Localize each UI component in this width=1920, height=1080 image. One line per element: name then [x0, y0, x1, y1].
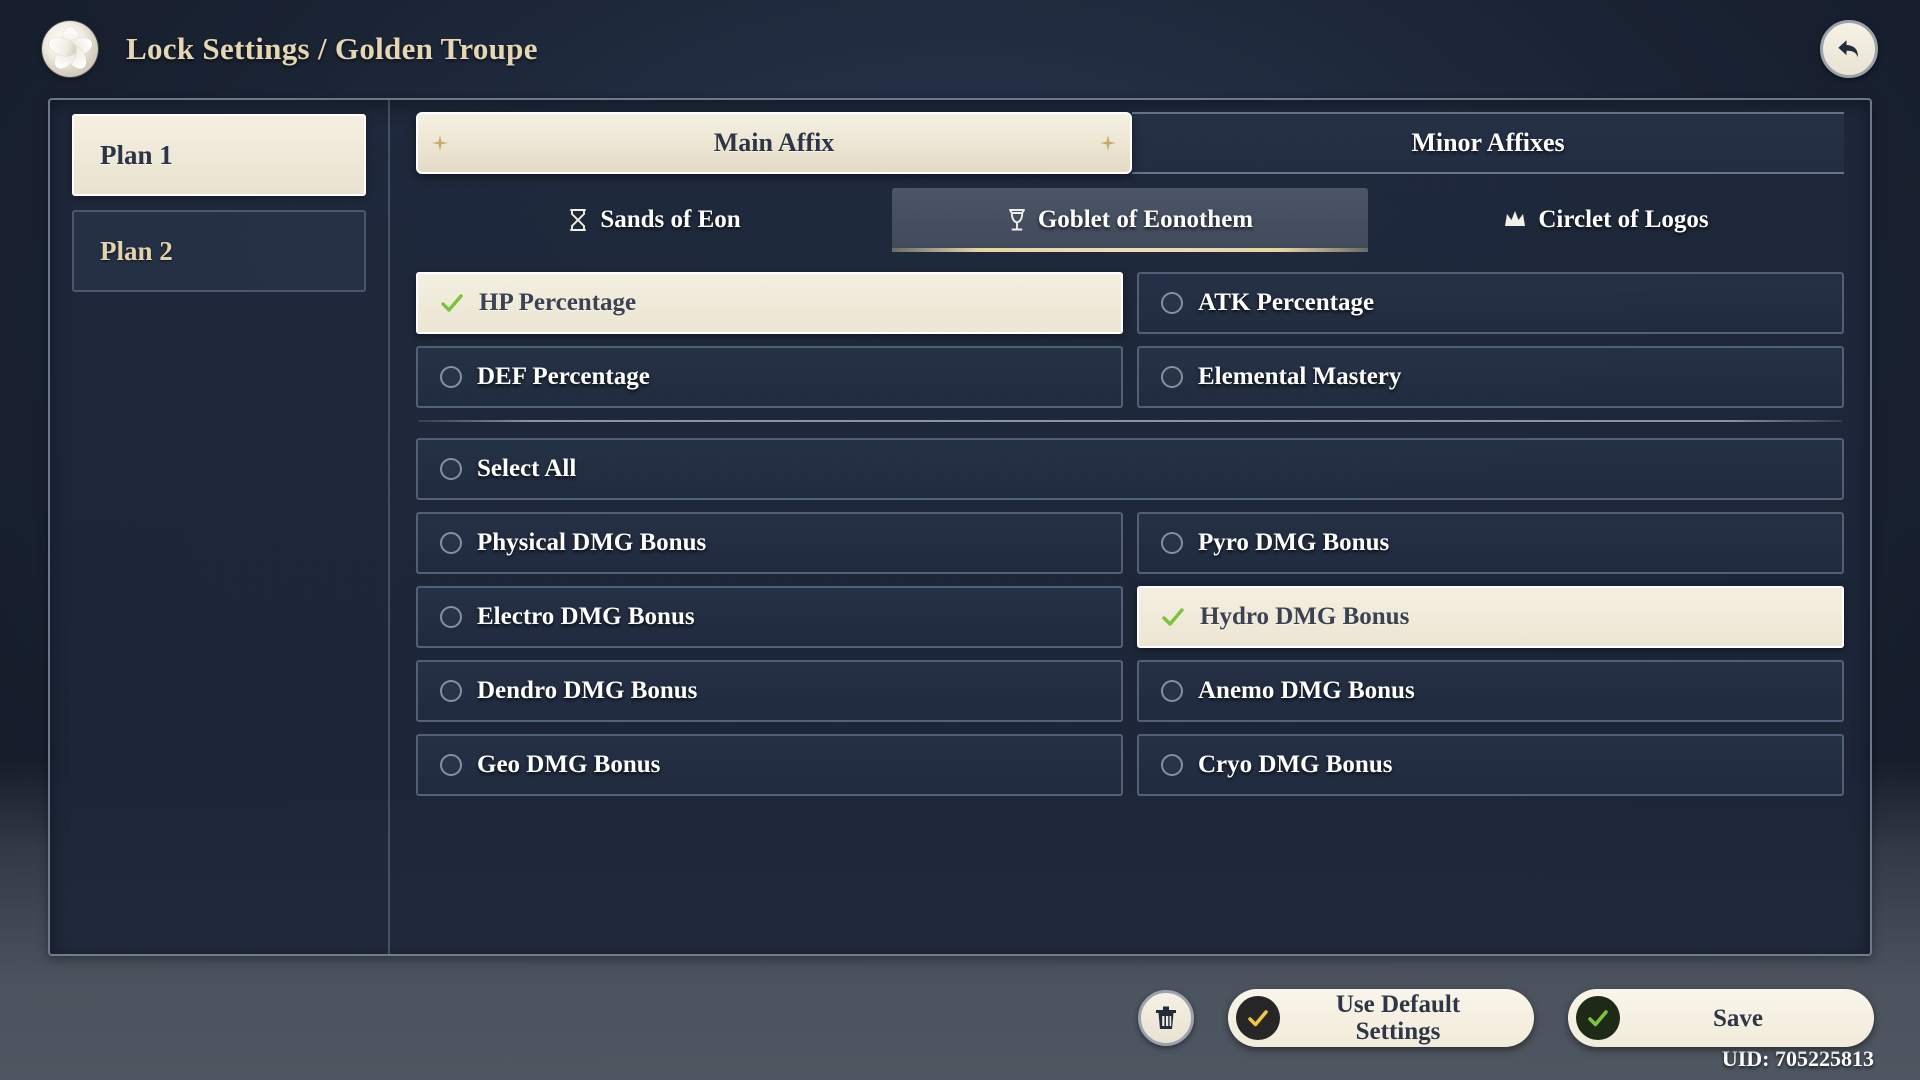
radio-icon	[1161, 366, 1183, 388]
option-row: Dendro DMG Bonus Anemo DMG Bonus	[416, 660, 1844, 722]
radio-icon	[1161, 754, 1183, 776]
option-row: HP Percentage ATK Percentage	[416, 272, 1844, 334]
option-label: DEF Percentage	[477, 363, 650, 390]
check-icon	[441, 294, 463, 312]
option-electro-dmg-bonus[interactable]: Electro DMG Bonus	[416, 586, 1123, 648]
option-geo-dmg-bonus[interactable]: Geo DMG Bonus	[416, 734, 1123, 796]
check-badge-yellow	[1236, 996, 1280, 1040]
use-default-settings-button[interactable]: Use Default Settings	[1228, 989, 1534, 1047]
header-bar: Lock Settings / Golden Troupe	[0, 0, 1920, 98]
option-row: Physical DMG Bonus Pyro DMG Bonus	[416, 512, 1844, 574]
sidebar-item-plan-1[interactable]: Plan 1	[72, 114, 366, 196]
option-hp-percentage[interactable]: HP Percentage	[416, 272, 1123, 334]
content-area: Main Affix Minor Affixes Sands of Eon Go…	[390, 100, 1870, 954]
piece-tab-bar: Sands of Eon Goblet of Eonothem Circlet …	[416, 188, 1844, 252]
tab-minor-affixes-label: Minor Affixes	[1411, 128, 1565, 157]
option-label: HP Percentage	[479, 289, 637, 316]
tab-goblet-of-eonothem[interactable]: Goblet of Eonothem	[892, 188, 1368, 252]
radio-icon	[440, 458, 462, 480]
sidebar-item-plan-2[interactable]: Plan 2	[72, 210, 366, 292]
group-divider	[418, 420, 1842, 422]
option-label: Geo DMG Bonus	[477, 751, 661, 778]
option-label: Hydro DMG Bonus	[1200, 603, 1410, 630]
option-row: Geo DMG Bonus Cryo DMG Bonus	[416, 734, 1844, 796]
page-title: Lock Settings / Golden Troupe	[126, 31, 538, 66]
radio-icon	[440, 680, 462, 702]
footer-bar: Use Default Settings Save	[0, 956, 1920, 1080]
radio-icon	[440, 366, 462, 388]
radio-icon	[1161, 680, 1183, 702]
option-physical-dmg-bonus[interactable]: Physical DMG Bonus	[416, 512, 1123, 574]
option-label: Select All	[477, 455, 577, 482]
tab-minor-affixes[interactable]: Minor Affixes	[1132, 112, 1844, 174]
radio-icon	[440, 532, 462, 554]
option-label: Cryo DMG Bonus	[1198, 751, 1393, 778]
option-cryo-dmg-bonus[interactable]: Cryo DMG Bonus	[1137, 734, 1844, 796]
goblet-icon	[1008, 209, 1025, 231]
option-label: Dendro DMG Bonus	[477, 677, 698, 704]
option-row: Select All	[416, 438, 1844, 500]
option-label: Electro DMG Bonus	[477, 603, 695, 630]
option-def-percentage[interactable]: DEF Percentage	[416, 346, 1123, 408]
flower-crest-icon	[42, 21, 98, 77]
option-anemo-dmg-bonus[interactable]: Anemo DMG Bonus	[1137, 660, 1844, 722]
plan-1-label: Plan 1	[100, 139, 173, 170]
option-row: DEF Percentage Elemental Mastery	[416, 346, 1844, 408]
radio-icon	[440, 606, 462, 628]
tab-sands-label: Sands of Eon	[600, 206, 741, 233]
option-label: Anemo DMG Bonus	[1198, 677, 1415, 704]
default-label-line1: Use Default	[1335, 991, 1461, 1018]
radio-icon	[1161, 532, 1183, 554]
save-label: Save	[1713, 1004, 1763, 1032]
check-icon	[1248, 1010, 1268, 1027]
sparkle-icon-right	[1100, 135, 1116, 151]
affix-option-list: HP Percentage ATK Percentage DEF Percent…	[416, 272, 1844, 808]
option-row: Electro DMG Bonus Hydro DMG Bonus	[416, 586, 1844, 648]
radio-icon	[1161, 292, 1183, 314]
use-default-settings-label: Use Default Settings	[1288, 991, 1508, 1045]
settings-panel: Plan 1 Plan 2 Main Affix Minor Affixes S…	[48, 98, 1872, 956]
option-atk-percentage[interactable]: ATK Percentage	[1137, 272, 1844, 334]
check-badge-green	[1576, 996, 1620, 1040]
plan-sidebar: Plan 1 Plan 2	[50, 100, 390, 954]
tab-main-affix[interactable]: Main Affix	[416, 112, 1132, 174]
tab-goblet-label: Goblet of Eonothem	[1037, 206, 1254, 233]
check-icon	[1162, 608, 1184, 626]
tab-sands-of-eon[interactable]: Sands of Eon	[416, 188, 892, 252]
save-button[interactable]: Save	[1568, 989, 1874, 1047]
option-dendro-dmg-bonus[interactable]: Dendro DMG Bonus	[416, 660, 1123, 722]
option-label: Physical DMG Bonus	[477, 529, 707, 556]
delete-button[interactable]	[1138, 990, 1194, 1046]
option-label: Elemental Mastery	[1198, 363, 1402, 390]
option-hydro-dmg-bonus[interactable]: Hydro DMG Bonus	[1137, 586, 1844, 648]
crown-icon	[1505, 211, 1526, 226]
main-tab-bar: Main Affix Minor Affixes	[416, 112, 1844, 174]
sparkle-icon-left	[432, 135, 448, 151]
tab-main-affix-label: Main Affix	[713, 128, 835, 157]
check-icon	[1588, 1010, 1608, 1027]
trash-icon	[1156, 1006, 1176, 1029]
option-select-all[interactable]: Select All	[416, 438, 1844, 500]
plan-2-label: Plan 2	[100, 235, 173, 266]
tab-circlet-of-logos[interactable]: Circlet of Logos	[1368, 188, 1844, 252]
option-label: Pyro DMG Bonus	[1198, 529, 1390, 556]
option-pyro-dmg-bonus[interactable]: Pyro DMG Bonus	[1137, 512, 1844, 574]
radio-icon	[440, 754, 462, 776]
option-elemental-mastery[interactable]: Elemental Mastery	[1137, 346, 1844, 408]
hourglass-icon	[570, 209, 587, 231]
option-label: ATK Percentage	[1198, 289, 1375, 316]
tab-circlet-label: Circlet of Logos	[1538, 206, 1709, 233]
default-label-line2: Settings	[1355, 1018, 1441, 1045]
